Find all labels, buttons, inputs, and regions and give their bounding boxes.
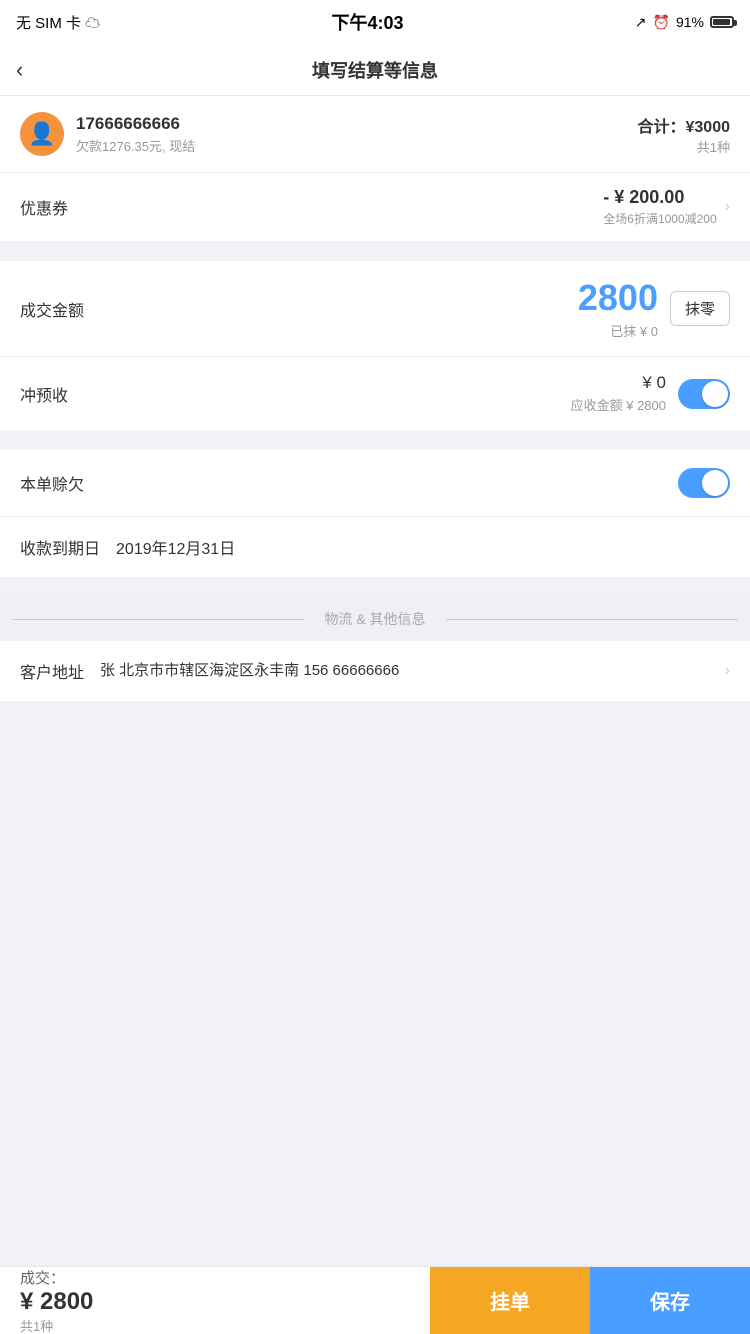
location-icon: ↗ bbox=[635, 14, 647, 31]
charge-right: ¥ 0 应收金额 ¥ 2800 bbox=[571, 373, 730, 414]
amount-sub: 已抹 ¥ 0 bbox=[578, 321, 658, 340]
status-right: ↗ ⏰ 91% bbox=[635, 14, 734, 31]
amount-label: 成交金额 bbox=[20, 297, 84, 321]
debt-toggle[interactable] bbox=[678, 468, 730, 498]
logistics-divider: 物流 & 其他信息 bbox=[0, 597, 750, 641]
separator-3 bbox=[0, 587, 750, 597]
amount-section: 成交金额 2800 已抹 ¥ 0 抹零 冲预收 ¥ 0 应收金额 ¥ 2800 bbox=[0, 261, 750, 430]
user-card: 👤 17666666666 欠款1276.35元, 现结 合计：¥3000 共1… bbox=[0, 96, 750, 241]
user-phone: 17666666666 bbox=[76, 114, 195, 134]
status-time: 下午4:03 bbox=[331, 9, 403, 35]
save-button[interactable]: 保存 bbox=[590, 1267, 750, 1334]
address-label: 客户地址 bbox=[20, 659, 84, 683]
amount-right: 2800 已抹 ¥ 0 抹零 bbox=[578, 277, 730, 340]
logistics-divider-text: 物流 & 其他信息 bbox=[316, 609, 433, 629]
alarm-icon: ⏰ bbox=[653, 14, 670, 31]
amount-value: 2800 bbox=[578, 277, 658, 319]
status-left: 无 SIM 卡 ☁ bbox=[16, 12, 100, 33]
due-row: 收款到期日 2019年12月31日 bbox=[0, 516, 750, 577]
coupon-label: 优惠券 bbox=[20, 195, 68, 219]
avatar-icon: 👤 bbox=[28, 121, 55, 147]
due-label: 收款到期日 bbox=[20, 535, 100, 559]
separator-2 bbox=[0, 440, 750, 450]
charge-main: ¥ 0 bbox=[571, 373, 666, 393]
total-count: 共1种 bbox=[638, 137, 731, 156]
nav-bar: ‹ 填写结算等信息 bbox=[0, 44, 750, 96]
coupon-amount: - ¥ 200.00 bbox=[603, 187, 716, 208]
main-content: 👤 17666666666 欠款1276.35元, 现结 合计：¥3000 共1… bbox=[0, 96, 750, 901]
separator-1 bbox=[0, 251, 750, 261]
amount-row: 成交金额 2800 已抹 ¥ 0 抹零 bbox=[0, 261, 750, 356]
bottom-spacer bbox=[0, 701, 750, 901]
debt-row: 本单赊欠 bbox=[0, 450, 750, 516]
user-left: 👤 17666666666 欠款1276.35元, 现结 bbox=[20, 112, 195, 156]
user-info: 17666666666 欠款1276.35元, 现结 bbox=[76, 114, 195, 155]
page-title: 填写结算等信息 bbox=[312, 57, 438, 83]
address-row[interactable]: 客户地址 张 北京市市辖区海淀区永丰南 156 66666666 › bbox=[0, 641, 750, 701]
chevron-right-icon: › bbox=[725, 198, 730, 216]
charge-label: 冲预收 bbox=[20, 382, 68, 406]
total-amount: 合计：¥3000 bbox=[638, 113, 731, 137]
charge-values: ¥ 0 应收金额 ¥ 2800 bbox=[571, 373, 666, 414]
bottom-transaction-label: 成交： bbox=[20, 1267, 410, 1288]
battery-percent: 91% bbox=[676, 14, 704, 30]
coupon-sub: 全场6折满1000减200 bbox=[603, 210, 716, 227]
bottom-count: 共1种 bbox=[20, 1316, 410, 1334]
user-sub: 欠款1276.35元, 现结 bbox=[76, 136, 195, 155]
avatar: 👤 bbox=[20, 112, 64, 156]
coupon-right: - ¥ 200.00 全场6折满1000减200 › bbox=[603, 187, 730, 227]
user-total: 合计：¥3000 共1种 bbox=[638, 113, 731, 156]
bottom-amount: ¥ 2800 bbox=[20, 1288, 410, 1316]
charge-sub: 应收金额 ¥ 2800 bbox=[571, 395, 666, 414]
coupon-row[interactable]: 优惠券 - ¥ 200.00 全场6折满1000减200 › bbox=[0, 172, 750, 241]
hang-button[interactable]: 挂单 bbox=[430, 1267, 590, 1334]
address-chevron-icon: › bbox=[725, 662, 730, 680]
debt-section: 本单赊欠 收款到期日 2019年12月31日 bbox=[0, 450, 750, 577]
round-button[interactable]: 抹零 bbox=[670, 291, 730, 326]
sim-signal: 无 SIM 卡 ☁ bbox=[16, 12, 100, 33]
status-bar: 无 SIM 卡 ☁ 下午4:03 ↗ ⏰ 91% bbox=[0, 0, 750, 44]
address-value: 张 北京市市辖区海淀区永丰南 156 66666666 bbox=[100, 660, 725, 683]
back-button[interactable]: ‹ bbox=[16, 57, 23, 83]
debt-label: 本单赊欠 bbox=[20, 471, 84, 495]
bottom-bar: 成交： ¥ 2800 共1种 挂单 保存 bbox=[0, 1266, 750, 1334]
charge-toggle[interactable] bbox=[678, 379, 730, 409]
charge-row: 冲预收 ¥ 0 应收金额 ¥ 2800 bbox=[0, 356, 750, 430]
battery-icon bbox=[710, 16, 734, 28]
user-row: 👤 17666666666 欠款1276.35元, 现结 合计：¥3000 共1… bbox=[0, 96, 750, 172]
due-value: 2019年12月31日 bbox=[116, 535, 235, 559]
bottom-left: 成交： ¥ 2800 共1种 bbox=[0, 1267, 430, 1334]
